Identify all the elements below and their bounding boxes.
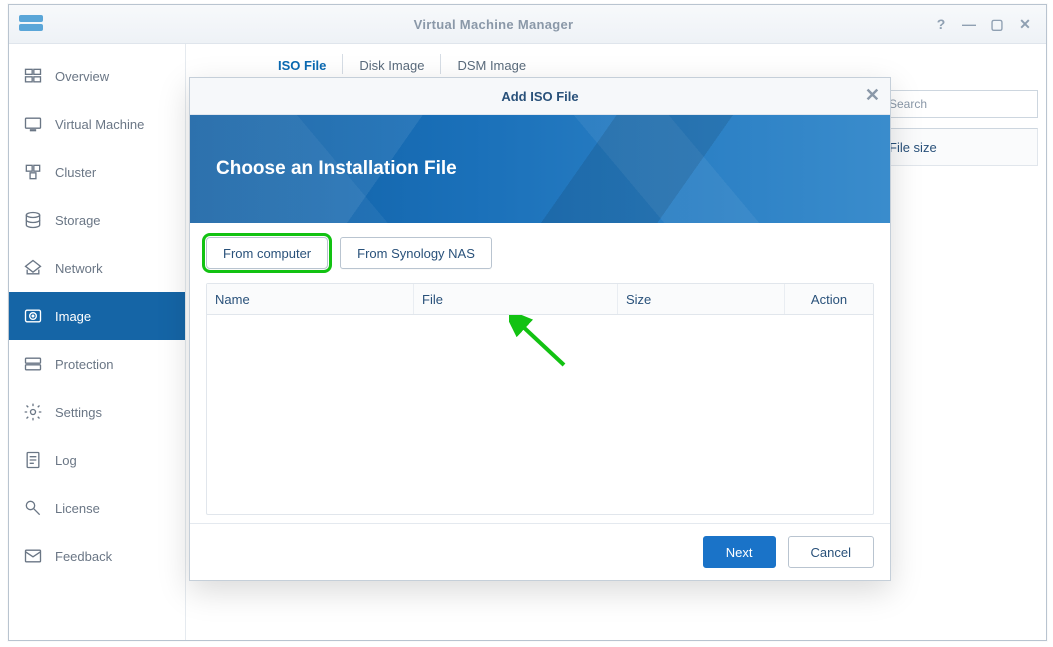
file-grid: Name File Size Action <box>206 283 874 515</box>
search-placeholder: Search <box>889 97 927 111</box>
column-header-action[interactable]: Action <box>785 284 873 314</box>
sidebar-item-storage[interactable]: Storage <box>9 196 185 244</box>
sidebar: Overview Virtual Machine Cluster Storage… <box>9 44 186 640</box>
sidebar-item-label: Network <box>55 261 103 276</box>
sidebar-item-label: Image <box>55 309 91 324</box>
sidebar-item-cluster[interactable]: Cluster <box>9 148 185 196</box>
column-header-name[interactable]: Name <box>207 284 414 314</box>
column-header-file[interactable]: File <box>414 284 618 314</box>
gear-icon <box>23 402 43 422</box>
sidebar-item-label: Log <box>55 453 77 468</box>
sidebar-item-overview[interactable]: Overview <box>9 52 185 100</box>
sidebar-item-protection[interactable]: Protection <box>9 340 185 388</box>
network-icon <box>23 258 43 278</box>
from-computer-button[interactable]: From computer <box>206 237 328 269</box>
next-button[interactable]: Next <box>703 536 776 568</box>
log-icon <box>23 450 43 470</box>
maximize-icon[interactable]: ▢ <box>990 17 1004 31</box>
sidebar-item-label: Settings <box>55 405 102 420</box>
minimize-icon[interactable]: — <box>962 17 976 31</box>
sidebar-item-image[interactable]: Image <box>9 292 185 340</box>
sidebar-item-label: Storage <box>55 213 101 228</box>
sidebar-item-label: Cluster <box>55 165 96 180</box>
app-icon <box>19 15 43 33</box>
grid-header: Name File Size Action <box>207 284 873 315</box>
feedback-icon <box>23 546 43 566</box>
modal-close-icon[interactable]: ✕ <box>865 86 880 104</box>
search-input[interactable]: Search <box>880 90 1038 118</box>
close-icon[interactable]: ✕ <box>1018 17 1032 31</box>
from-synology-nas-button[interactable]: From Synology NAS <box>340 237 492 269</box>
modal-heading: Choose an Installation File <box>216 158 457 180</box>
sidebar-item-label: License <box>55 501 100 516</box>
help-icon[interactable]: ? <box>934 17 948 31</box>
modal-footer: Next Cancel <box>190 523 890 580</box>
sidebar-item-network[interactable]: Network <box>9 244 185 292</box>
sidebar-item-license[interactable]: License <box>9 484 185 532</box>
sidebar-item-virtual-machine[interactable]: Virtual Machine <box>9 100 185 148</box>
window-title: Virtual Machine Manager <box>53 17 934 32</box>
image-icon <box>23 306 43 326</box>
modal-banner: Choose an Installation File <box>190 115 890 223</box>
sidebar-item-log[interactable]: Log <box>9 436 185 484</box>
add-iso-modal: Add ISO File ✕ Choose an Installation Fi… <box>189 77 891 581</box>
cluster-icon <box>23 162 43 182</box>
modal-title: Add ISO File <box>501 89 578 104</box>
sidebar-item-label: Protection <box>55 357 114 372</box>
modal-title-bar: Add ISO File ✕ <box>190 78 890 115</box>
grid-body-empty <box>207 315 873 514</box>
column-header-filesize[interactable]: File size <box>878 128 1038 166</box>
sidebar-item-settings[interactable]: Settings <box>9 388 185 436</box>
storage-icon <box>23 210 43 230</box>
license-icon <box>23 498 43 518</box>
sidebar-item-feedback[interactable]: Feedback <box>9 532 185 580</box>
sidebar-item-label: Overview <box>55 69 109 84</box>
vm-icon <box>23 114 43 134</box>
sidebar-item-label: Virtual Machine <box>55 117 144 132</box>
sidebar-item-label: Feedback <box>55 549 112 564</box>
app-window: Virtual Machine Manager ? — ▢ ✕ Overview… <box>8 4 1047 641</box>
cancel-button[interactable]: Cancel <box>788 536 874 568</box>
column-header-size[interactable]: Size <box>618 284 785 314</box>
protection-icon <box>23 354 43 374</box>
titlebar: Virtual Machine Manager ? — ▢ ✕ <box>9 5 1046 44</box>
overview-icon <box>23 66 43 86</box>
